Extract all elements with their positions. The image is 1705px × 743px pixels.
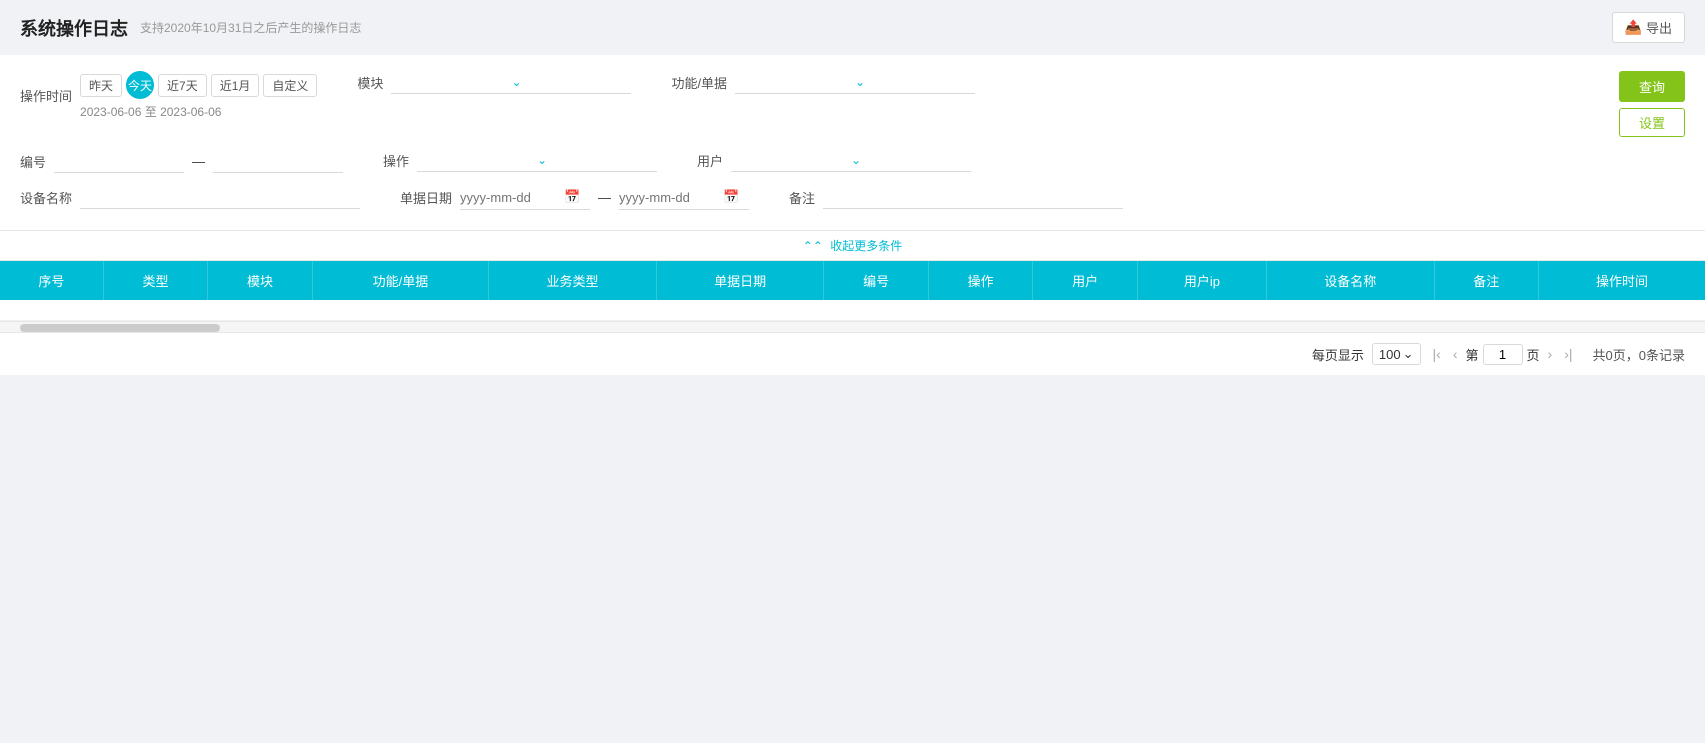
user-select[interactable]: ⌄	[731, 149, 971, 172]
per-page-chevron-icon: ⌄	[1403, 346, 1414, 362]
device-label: 设备名称	[20, 188, 72, 207]
header-left: 系统操作日志 支持2020年10月31日之后产生的操作日志	[20, 15, 361, 41]
filter-group-user: 用户 ⌄	[697, 149, 971, 172]
time-btn-today[interactable]: 今天	[126, 71, 154, 99]
page-subtitle: 支持2020年10月31日之后产生的操作日志	[140, 19, 361, 36]
device-input[interactable]	[80, 185, 360, 209]
page-title: 系统操作日志	[20, 15, 128, 41]
action-buttons: 查询 设置	[1619, 71, 1685, 137]
first-page-button[interactable]: |‹	[1429, 344, 1445, 364]
table-header-row: 序号 类型 模块 功能/单据 业务类型 单据日期 编号 操作 用户 用户ip 设…	[0, 261, 1705, 300]
per-page-label: 每页显示	[1312, 345, 1364, 364]
time-label: 操作时间	[20, 86, 72, 105]
table-container: 序号 类型 模块 功能/单据 业务类型 单据日期 编号 操作 用户 用户ip 设…	[0, 261, 1705, 321]
operation-select[interactable]: ⌄	[417, 149, 657, 172]
empty-row	[0, 300, 1705, 321]
function-label: 功能/单据	[671, 73, 727, 92]
remark-input[interactable]	[823, 185, 1123, 209]
voucher-date-start[interactable]	[460, 190, 560, 205]
col-module: 模块	[208, 261, 312, 300]
filter-group-function: 功能/单据 ⌄	[671, 71, 975, 94]
remark-label: 备注	[789, 188, 815, 207]
calendar-icon-start[interactable]: 📅	[564, 189, 580, 205]
number-dash: —	[192, 154, 205, 169]
filter-group-number: 编号 —	[20, 149, 343, 173]
time-options: 昨天 今天 近7天 近1月 自定义	[80, 71, 317, 99]
col-user: 用户	[1033, 261, 1137, 300]
module-select[interactable]: ⌄	[391, 71, 631, 94]
export-label: 导出	[1646, 18, 1672, 37]
table-head: 序号 类型 模块 功能/单据 业务类型 单据日期 编号 操作 用户 用户ip 设…	[0, 261, 1705, 300]
number-input-start[interactable]	[54, 149, 184, 173]
filter-row-3: 设备名称 单据日期 📅 — 📅 备注	[20, 185, 1685, 210]
col-number: 序号	[0, 261, 103, 300]
next-page-button[interactable]: ›	[1544, 344, 1557, 364]
filter-group-time: 操作时间 昨天 今天 近7天 近1月 自定义 2023-06-06 至 2023…	[20, 71, 317, 120]
col-type: 类型	[103, 261, 207, 300]
col-function: 功能/单据	[312, 261, 488, 300]
col-device: 设备名称	[1266, 261, 1434, 300]
user-chevron-icon: ⌄	[851, 153, 971, 167]
module-chevron-icon: ⌄	[511, 75, 631, 89]
filter-panel: 操作时间 昨天 今天 近7天 近1月 自定义 2023-06-06 至 2023…	[0, 55, 1705, 231]
current-page-input[interactable]	[1483, 344, 1523, 365]
horizontal-scrollbar[interactable]	[0, 321, 1705, 333]
total-info: 共0页，0条记录	[1593, 345, 1685, 364]
time-btn-yesterday[interactable]: 昨天	[80, 74, 122, 97]
time-btn-7days[interactable]: 近7天	[158, 74, 207, 97]
col-business-type: 业务类型	[489, 261, 657, 300]
page-header: 系统操作日志 支持2020年10月31日之后产生的操作日志 📤 导出	[0, 0, 1705, 55]
time-btn-custom[interactable]: 自定义	[263, 74, 317, 97]
operation-label: 操作	[383, 151, 409, 170]
per-page-select[interactable]: 100 ⌄	[1372, 343, 1421, 365]
collapse-bar[interactable]: ⌃⌃ 收起更多条件	[0, 231, 1705, 261]
time-container: 昨天 今天 近7天 近1月 自定义 2023-06-06 至 2023-06-0…	[80, 71, 317, 120]
page-suffix: 页	[1527, 345, 1540, 364]
function-chevron-icon: ⌄	[855, 75, 975, 89]
time-btn-1month[interactable]: 近1月	[211, 74, 260, 97]
time-range-text: 2023-06-06 至 2023-06-06	[80, 103, 317, 120]
filter-group-module: 模块 ⌄	[357, 71, 631, 94]
export-icon: 📤	[1625, 19, 1642, 36]
collapse-text: 收起更多条件	[830, 239, 902, 253]
prev-page-button[interactable]: ‹	[1449, 344, 1462, 364]
page-label: 第	[1466, 345, 1479, 364]
page-nav: |‹ ‹ 第 页 › ›|	[1429, 344, 1577, 365]
operation-chevron-icon: ⌄	[537, 153, 657, 167]
col-remark: 备注	[1434, 261, 1538, 300]
pagination-bar: 每页显示 100 ⌄ |‹ ‹ 第 页 › ›| 共0页，0条记录	[0, 333, 1705, 375]
query-button[interactable]: 查询	[1619, 71, 1685, 102]
filter-group-voucher-date: 单据日期 📅 — 📅	[400, 185, 749, 210]
voucher-date-end-wrap: 📅	[619, 185, 749, 210]
voucher-date-dash: —	[598, 190, 611, 205]
per-page-value: 100	[1379, 347, 1401, 362]
settings-button[interactable]: 设置	[1619, 108, 1685, 137]
voucher-date-label: 单据日期	[400, 188, 452, 207]
filter-row-2: 编号 — 操作 ⌄ 用户 ⌄	[20, 149, 1685, 173]
last-page-button[interactable]: ›|	[1560, 344, 1576, 364]
filter-group-remark: 备注	[789, 185, 1123, 209]
data-table: 序号 类型 模块 功能/单据 业务类型 单据日期 编号 操作 用户 用户ip 设…	[0, 261, 1705, 321]
col-user-ip: 用户ip	[1137, 261, 1266, 300]
scrollbar-thumb[interactable]	[20, 324, 220, 332]
filter-group-device: 设备名称	[20, 185, 360, 209]
export-button[interactable]: 📤 导出	[1612, 12, 1685, 43]
table-body	[0, 300, 1705, 321]
filter-group-operation: 操作 ⌄	[383, 149, 657, 172]
empty-area	[0, 300, 1705, 321]
col-number-col: 编号	[824, 261, 928, 300]
voucher-date-end[interactable]	[619, 190, 719, 205]
function-select[interactable]: ⌄	[735, 71, 975, 94]
calendar-icon-end[interactable]: 📅	[723, 189, 739, 205]
col-voucher-date: 单据日期	[656, 261, 824, 300]
filter-row-1: 操作时间 昨天 今天 近7天 近1月 自定义 2023-06-06 至 2023…	[20, 71, 1685, 137]
col-operation: 操作	[928, 261, 1032, 300]
number-label: 编号	[20, 152, 46, 171]
module-label: 模块	[357, 73, 383, 92]
col-operation-time: 操作时间	[1539, 261, 1705, 300]
collapse-icon: ⌃⌃	[803, 239, 823, 253]
number-input-end[interactable]	[213, 149, 343, 173]
voucher-date-start-wrap: 📅	[460, 185, 590, 210]
user-label: 用户	[697, 151, 723, 170]
